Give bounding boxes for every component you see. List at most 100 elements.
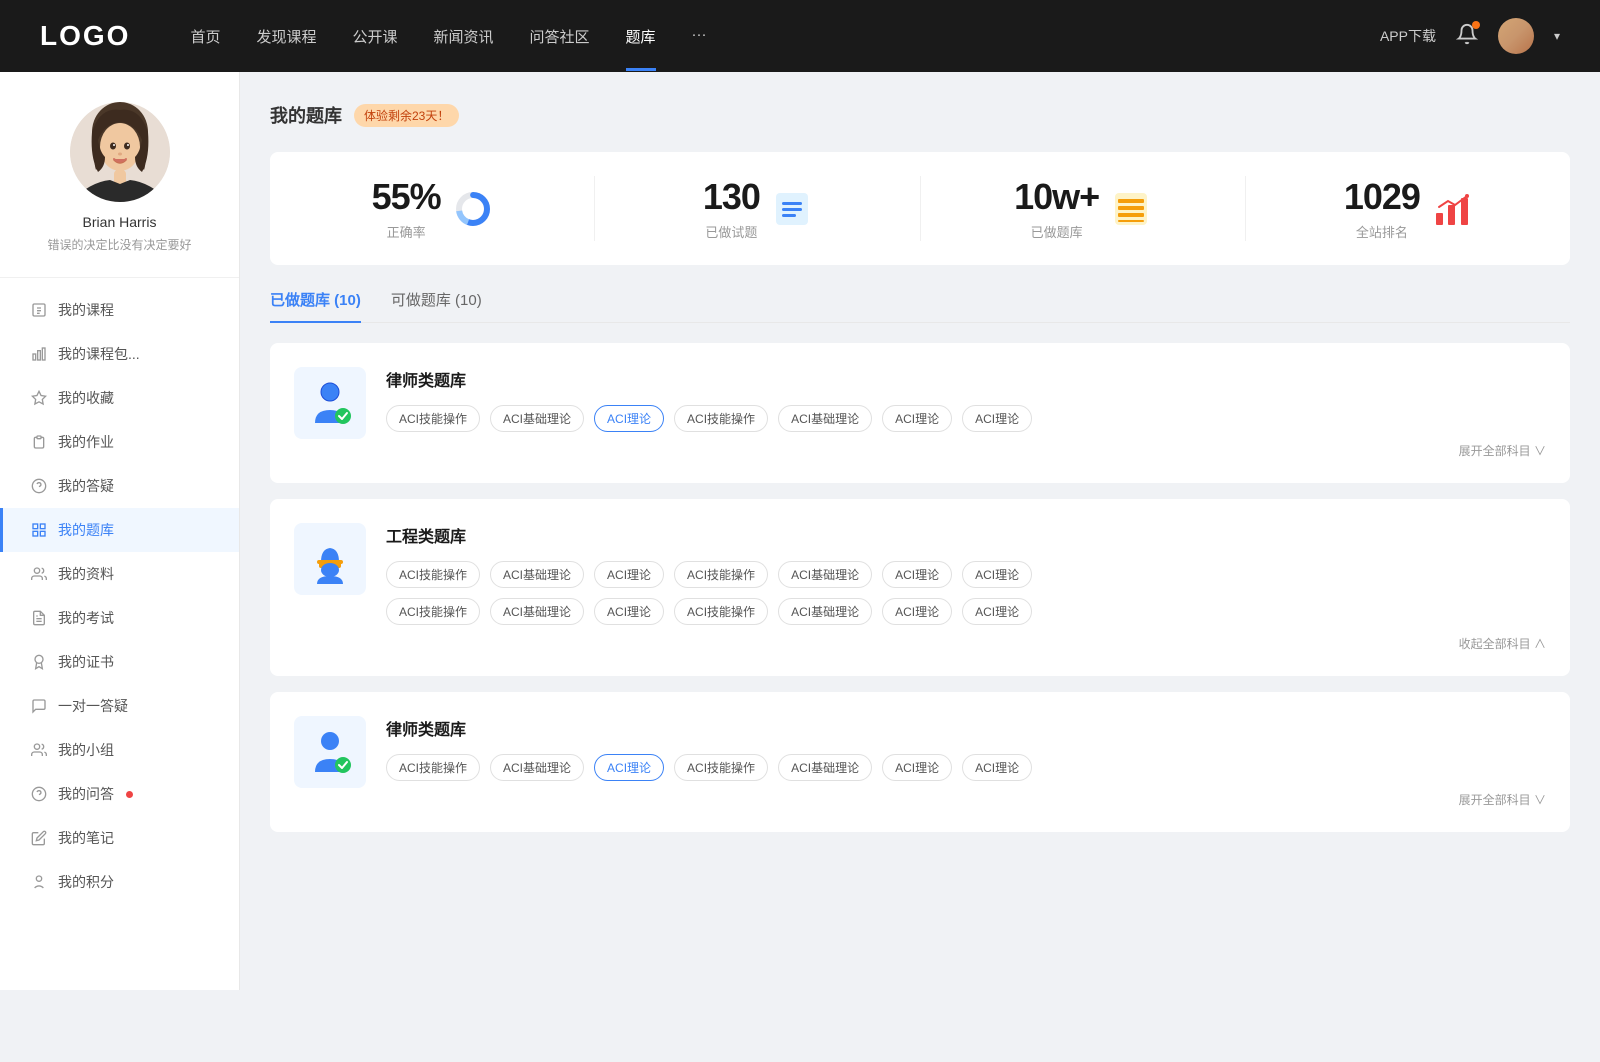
tag[interactable]: ACI基础理论 <box>778 405 872 432</box>
user-avatar[interactable] <box>1498 18 1534 54</box>
tab-done-banks[interactable]: 已做题库 (10) <box>270 289 361 322</box>
tag[interactable]: ACI技能操作 <box>386 561 480 588</box>
profile-name: Brian Harris <box>20 214 219 230</box>
stat-done-questions-label: 已做试题 <box>703 222 760 241</box>
sidebar-item-my-cert[interactable]: 我的证书 <box>0 640 239 684</box>
sidebar-label: 我的题库 <box>58 520 114 540</box>
tag[interactable]: ACI技能操作 <box>674 405 768 432</box>
group-icon <box>30 741 48 759</box>
sidebar-label: 我的证书 <box>58 652 114 672</box>
tag[interactable]: ACI理论 <box>594 561 664 588</box>
tag[interactable]: ACI理论 <box>962 754 1032 781</box>
tag[interactable]: ACI基础理论 <box>490 754 584 781</box>
tags-row-3: ACI技能操作 ACI基础理论 ACI理论 ACI技能操作 ACI基础理论 AC… <box>386 754 1546 781</box>
qbank-header: 律师类题库 ACI技能操作 ACI基础理论 ACI理论 ACI技能操作 ACI基… <box>294 716 1546 808</box>
stats-row: 55% 正确率 130 已做试题 <box>270 152 1570 265</box>
stat-rank-value: 1029 <box>1344 176 1420 218</box>
tag[interactable]: ACI理论 <box>882 754 952 781</box>
sidebar: Brian Harris 错误的决定比没有决定要好 我的课程 我的课程包... <box>0 72 240 990</box>
tag[interactable]: ACI基础理论 <box>778 754 872 781</box>
tags-section: 工程类题库 ACI技能操作 ACI基础理论 ACI理论 ACI技能操作 ACI基… <box>386 523 1546 652</box>
sidebar-item-my-homework[interactable]: 我的作业 <box>0 420 239 464</box>
tag[interactable]: ACI基础理论 <box>490 561 584 588</box>
profile-avatar <box>70 102 170 202</box>
sidebar-item-my-group[interactable]: 我的小组 <box>0 728 239 772</box>
tag[interactable]: ACI理论 <box>882 561 952 588</box>
app-download-button[interactable]: APP下载 <box>1380 26 1436 46</box>
sidebar-label: 我的小组 <box>58 740 114 760</box>
sidebar-item-one-on-one[interactable]: 一对一答疑 <box>0 684 239 728</box>
logo[interactable]: LOGO <box>40 20 130 52</box>
grid-icon <box>30 521 48 539</box>
tags-section: 律师类题库 ACI技能操作 ACI基础理论 ACI理论 ACI技能操作 ACI基… <box>386 716 1546 808</box>
tag[interactable]: ACI基础理论 <box>778 598 872 625</box>
qbank-icon-lawyer <box>294 367 366 439</box>
nav-more[interactable]: ··· <box>692 26 707 47</box>
tag[interactable]: ACI理论 <box>962 598 1032 625</box>
sidebar-item-my-qa[interactable]: 我的答疑 <box>0 464 239 508</box>
tag[interactable]: ACI理论 <box>882 598 952 625</box>
sidebar-label: 我的收藏 <box>58 388 114 408</box>
expand-link-2[interactable]: 收起全部科目 ∧ <box>386 635 1546 652</box>
sidebar-item-my-points[interactable]: 我的积分 <box>0 860 239 904</box>
tag[interactable]: ACI技能操作 <box>674 598 768 625</box>
nav-discover[interactable]: 发现课程 <box>256 26 316 47</box>
tag[interactable]: ACI技能操作 <box>674 561 768 588</box>
stat-rank: 1029 全站排名 <box>1246 176 1570 241</box>
navbar: LOGO 首页 发现课程 公开课 新闻资讯 问答社区 题库 ··· APP下载 … <box>0 0 1600 72</box>
tag[interactable]: ACI技能操作 <box>386 405 480 432</box>
profile-motto: 错误的决定比没有决定要好 <box>20 236 219 253</box>
qbank-card-lawyer-1: 律师类题库 ACI技能操作 ACI基础理论 ACI理论 ACI技能操作 ACI基… <box>270 343 1570 483</box>
tag[interactable]: ACI理论 <box>882 405 952 432</box>
stat-accuracy-label: 正确率 <box>372 222 441 241</box>
nav-open-course[interactable]: 公开课 <box>352 26 397 47</box>
qbank-title: 工程类题库 <box>386 523 1546 547</box>
sidebar-item-my-data[interactable]: 我的资料 <box>0 552 239 596</box>
tag[interactable]: ACI基础理论 <box>490 405 584 432</box>
user-dropdown-arrow[interactable]: ▾ <box>1554 29 1560 43</box>
nav-qa[interactable]: 问答社区 <box>530 26 590 47</box>
tag[interactable]: ACI理论 <box>594 598 664 625</box>
main-content: 我的题库 体验剩余23天！ 55% 正确率 <box>240 72 1600 990</box>
file-text-icon <box>30 609 48 627</box>
tag-active[interactable]: ACI理论 <box>594 754 664 781</box>
qbank-title: 律师类题库 <box>386 716 1546 740</box>
bar-chart-icon <box>30 345 48 363</box>
expand-link-3[interactable]: 展开全部科目 ∨ <box>386 791 1546 808</box>
file-icon <box>30 301 48 319</box>
sidebar-label: 我的问答 <box>58 784 114 804</box>
tag[interactable]: ACI基础理论 <box>778 561 872 588</box>
sidebar-item-my-questions[interactable]: 我的问答 <box>0 772 239 816</box>
nav-home[interactable]: 首页 <box>190 26 220 47</box>
sidebar-label: 我的考试 <box>58 608 114 628</box>
sidebar-item-my-favorites[interactable]: 我的收藏 <box>0 376 239 420</box>
nav-news[interactable]: 新闻资讯 <box>434 26 494 47</box>
sidebar-label: 我的答疑 <box>58 476 114 496</box>
qbank-title: 律师类题库 <box>386 367 1546 391</box>
nav-links: 首页 发现课程 公开课 新闻资讯 问答社区 题库 ··· <box>190 26 1380 47</box>
expand-link-1[interactable]: 展开全部科目 ∨ <box>386 442 1546 459</box>
message-icon <box>30 697 48 715</box>
tags-row-1: ACI技能操作 ACI基础理论 ACI理论 ACI技能操作 ACI基础理论 AC… <box>386 405 1546 432</box>
nav-qbank[interactable]: 题库 <box>626 26 656 47</box>
profile-section: Brian Harris 错误的决定比没有决定要好 <box>0 102 239 278</box>
stat-done-banks-label: 已做题库 <box>1014 222 1099 241</box>
tag[interactable]: ACI技能操作 <box>386 598 480 625</box>
tag[interactable]: ACI理论 <box>962 405 1032 432</box>
sidebar-item-my-notes[interactable]: 我的笔记 <box>0 816 239 860</box>
sidebar-item-my-course[interactable]: 我的课程 <box>0 288 239 332</box>
notification-bell[interactable] <box>1456 23 1478 50</box>
sidebar-item-my-exam[interactable]: 我的考试 <box>0 596 239 640</box>
tag[interactable]: ACI技能操作 <box>674 754 768 781</box>
tag[interactable]: ACI技能操作 <box>386 754 480 781</box>
sidebar-item-my-qbank[interactable]: 我的题库 <box>0 508 239 552</box>
tag-active[interactable]: ACI理论 <box>594 405 664 432</box>
tags-section: 律师类题库 ACI技能操作 ACI基础理论 ACI理论 ACI技能操作 ACI基… <box>386 367 1546 459</box>
tab-todo-banks[interactable]: 可做题库 (10) <box>391 289 482 322</box>
accuracy-chart-icon <box>453 189 493 229</box>
sidebar-item-my-course-package[interactable]: 我的课程包... <box>0 332 239 376</box>
tag[interactable]: ACI理论 <box>962 561 1032 588</box>
done-banks-icon <box>1111 189 1151 229</box>
tag[interactable]: ACI基础理论 <box>490 598 584 625</box>
unread-dot <box>126 791 133 798</box>
